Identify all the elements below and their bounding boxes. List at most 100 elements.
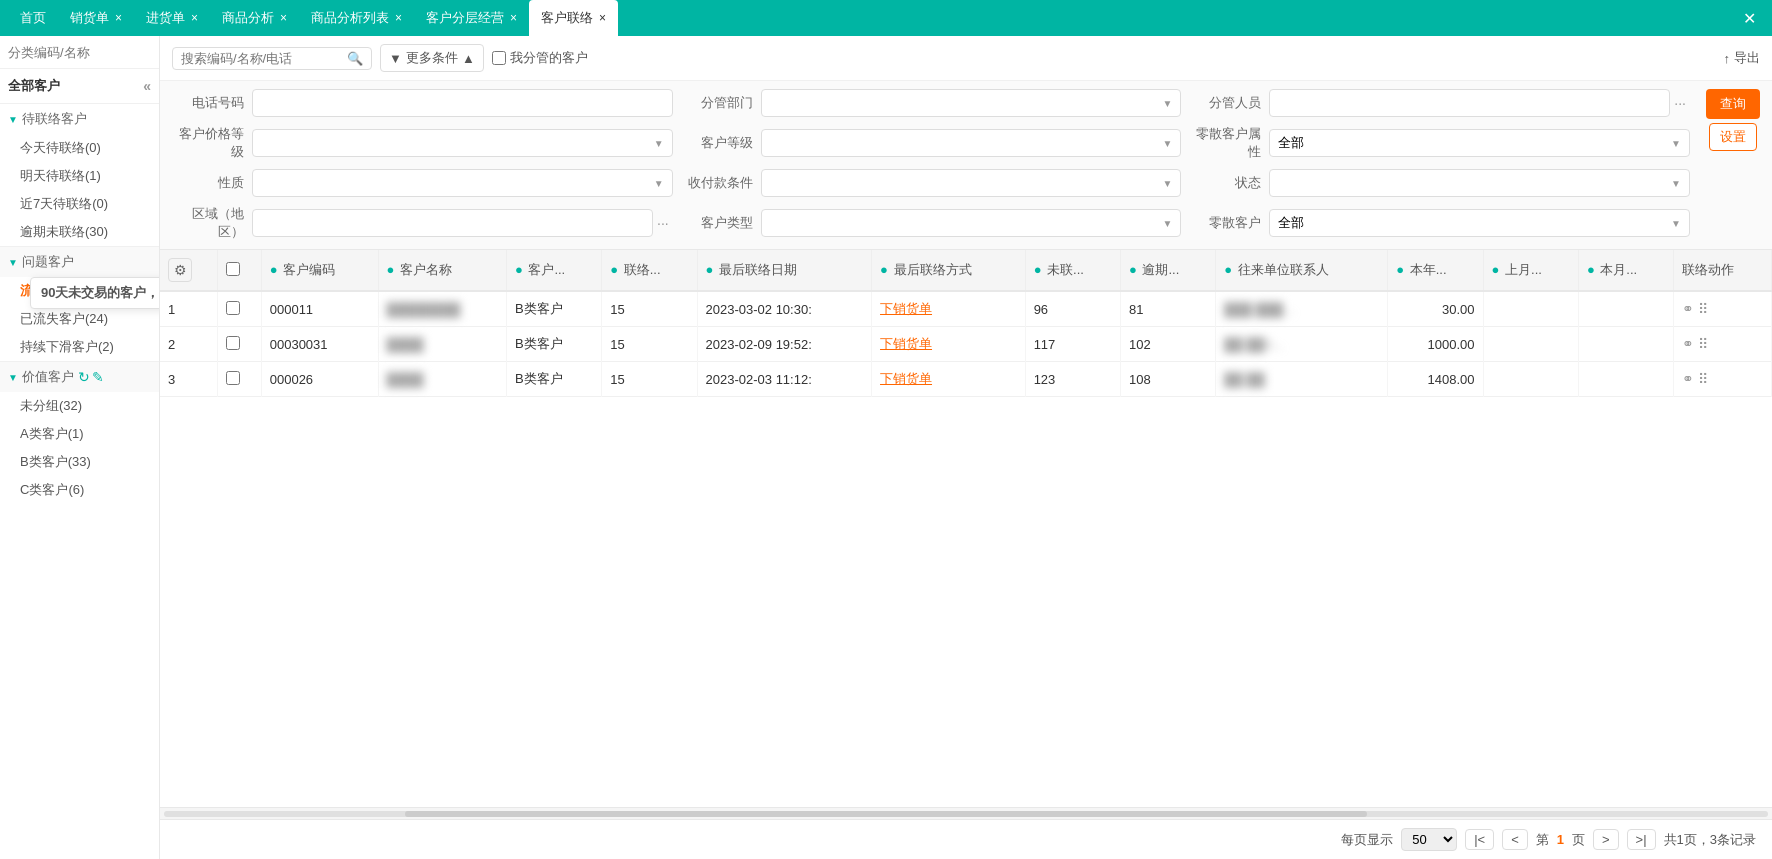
status-select[interactable]: ▼ bbox=[1269, 169, 1690, 197]
th-type[interactable]: ● 客户... bbox=[506, 250, 601, 291]
th-name[interactable]: ● 客户名称 bbox=[378, 250, 506, 291]
query-button[interactable]: 查询 bbox=[1706, 89, 1760, 119]
sidebar-item-declining[interactable]: 持续下滑客户(2) bbox=[0, 333, 159, 361]
th-this-year[interactable]: ● 本年... bbox=[1388, 250, 1483, 291]
last-page-button[interactable]: >| bbox=[1627, 829, 1656, 850]
table-row: 1 000011 ████████ B类客户 15 2023-03-02 10:… bbox=[160, 291, 1772, 327]
sidebar-group-pending[interactable]: ▼ 待联络客户 bbox=[0, 104, 159, 134]
close-icon[interactable]: × bbox=[115, 11, 122, 25]
th-no-contact[interactable]: ● 未联... bbox=[1025, 250, 1120, 291]
sidebar-search-input[interactable] bbox=[8, 45, 160, 60]
refresh-icon[interactable]: ↻ bbox=[78, 369, 90, 385]
td-seq-2: 2 bbox=[160, 327, 217, 362]
th-gear[interactable]: ⚙ bbox=[160, 250, 217, 291]
prev-page-button[interactable]: < bbox=[1502, 829, 1528, 850]
th-code[interactable]: ● 客户编码 bbox=[261, 250, 378, 291]
sidebar-group-problem[interactable]: ▼ 问题客户 bbox=[0, 246, 159, 277]
th-contact[interactable]: ● 联络... bbox=[602, 250, 697, 291]
sidebar-item-class-b[interactable]: B类客户(33) bbox=[0, 448, 159, 476]
per-page-select[interactable]: 50 100 200 bbox=[1401, 828, 1457, 851]
nav-tab-home[interactable]: 首页 bbox=[8, 0, 58, 36]
sidebar-group-value[interactable]: ▼ 价值客户 ↻ ✎ bbox=[0, 361, 159, 392]
search-input[interactable] bbox=[181, 51, 347, 66]
th-last-month[interactable]: ● 上月... bbox=[1483, 250, 1578, 291]
td-last-method-1[interactable]: 下销货单 bbox=[872, 291, 1026, 327]
nav-tab-customer-layers[interactable]: 客户分层经营 × bbox=[414, 0, 529, 36]
gear-icon[interactable]: ⚙ bbox=[168, 258, 192, 282]
td-last-method-2[interactable]: 下销货单 bbox=[872, 327, 1026, 362]
sidebar-item-class-c[interactable]: C类客户(6) bbox=[0, 476, 159, 504]
link-icon[interactable]: ⚭ bbox=[1682, 301, 1694, 317]
my-customers-check[interactable] bbox=[492, 51, 506, 65]
first-page-button[interactable]: |< bbox=[1465, 829, 1494, 850]
th-contact-person[interactable]: ● 往来单位联系人 bbox=[1216, 250, 1388, 291]
price-level-select[interactable]: ▼ bbox=[252, 129, 673, 157]
search-box[interactable]: 🔍 bbox=[172, 47, 372, 70]
td-name-2: ████ bbox=[378, 327, 506, 362]
close-icon[interactable]: × bbox=[191, 11, 198, 25]
filter-field-cust-level: 客户等级 ▼ bbox=[681, 129, 1182, 157]
sidebar-item-churn-warning[interactable]: 流失预警客户(3) 90天未交易的客户，可能有流失风险。 bbox=[0, 277, 122, 305]
more-actions-icon[interactable]: ⠿ bbox=[1698, 371, 1708, 387]
per-page-label: 每页显示 bbox=[1341, 831, 1393, 849]
more-actions-icon[interactable]: ⠿ bbox=[1698, 301, 1708, 317]
sidebar-item-ungrouped[interactable]: 未分组(32) bbox=[0, 392, 159, 420]
row-checkbox[interactable] bbox=[226, 301, 240, 315]
td-last-date-2: 2023-02-09 19:52: bbox=[697, 327, 872, 362]
link-icon[interactable]: ⚭ bbox=[1682, 336, 1694, 352]
manager-input[interactable] bbox=[1269, 89, 1670, 117]
link-icon[interactable]: ⚭ bbox=[1682, 371, 1694, 387]
close-icon[interactable]: × bbox=[395, 11, 402, 25]
dept-select[interactable]: ▼ bbox=[761, 89, 1182, 117]
close-icon[interactable]: × bbox=[510, 11, 517, 25]
nav-tab-purchase[interactable]: 进货单 × bbox=[134, 0, 210, 36]
retail-attr-select[interactable]: 全部 ▼ bbox=[1269, 129, 1690, 157]
main-layout: 🔍 全部客户 « ▼ 待联络客户 今天待联络(0) 明天待联络(1) 近7天待联… bbox=[0, 36, 1772, 859]
td-cb-3 bbox=[217, 362, 261, 397]
sidebar-item-class-a[interactable]: A类客户(1) bbox=[0, 420, 159, 448]
more-actions-icon[interactable]: ⠿ bbox=[1698, 336, 1708, 352]
close-icon[interactable]: × bbox=[599, 11, 606, 25]
cust-type-select[interactable]: ▼ bbox=[761, 209, 1182, 237]
nature-select[interactable]: ▼ bbox=[252, 169, 673, 197]
export-button[interactable]: ↑ 导出 bbox=[1724, 49, 1761, 67]
th-last-date[interactable]: ● 最后联络日期 bbox=[697, 250, 872, 291]
horizontal-scrollbar[interactable] bbox=[160, 807, 1772, 819]
nav-tab-analysis[interactable]: 商品分析 × bbox=[210, 0, 299, 36]
filter-field-status: 状态 ▼ bbox=[1189, 169, 1690, 197]
settings-button[interactable]: 设置 bbox=[1709, 123, 1757, 151]
nav-tab-customer-contact[interactable]: 客户联络 × bbox=[529, 0, 618, 36]
sidebar-item-overdue[interactable]: 逾期未联络(30) bbox=[0, 218, 159, 246]
more-icon[interactable]: ··· bbox=[1670, 95, 1690, 111]
sidebar-item-7days[interactable]: 近7天待联络(0) bbox=[0, 190, 159, 218]
retail-select[interactable]: 全部 ▼ bbox=[1269, 209, 1690, 237]
more-conditions-button[interactable]: ▼ 更多条件 ▲ bbox=[380, 44, 484, 72]
payment-select[interactable]: ▼ bbox=[761, 169, 1182, 197]
collapse-icon[interactable]: « bbox=[143, 78, 151, 94]
sidebar-item-today[interactable]: 今天待联络(0) bbox=[0, 134, 159, 162]
edit-icon[interactable]: ✎ bbox=[92, 369, 104, 385]
td-last-method-3[interactable]: 下销货单 bbox=[872, 362, 1026, 397]
close-icon[interactable]: × bbox=[280, 11, 287, 25]
chevron-down-icon: ▼ bbox=[1671, 218, 1681, 229]
nav-tab-analysis-list[interactable]: 商品分析列表 × bbox=[299, 0, 414, 36]
th-this-month[interactable]: ● 本月... bbox=[1578, 250, 1673, 291]
sidebar-item-tomorrow[interactable]: 明天待联络(1) bbox=[0, 162, 159, 190]
nav-tab-sales[interactable]: 销货单 × bbox=[58, 0, 134, 36]
region-input[interactable] bbox=[252, 209, 653, 237]
sidebar-all-customers[interactable]: 全部客户 « bbox=[0, 69, 159, 104]
next-page-button[interactable]: > bbox=[1593, 829, 1619, 850]
td-seq-3: 3 bbox=[160, 362, 217, 397]
cust-level-select[interactable]: ▼ bbox=[761, 129, 1182, 157]
phone-input[interactable] bbox=[252, 89, 673, 117]
th-overdue[interactable]: ● 逾期... bbox=[1120, 250, 1215, 291]
sidebar-item-churned[interactable]: 已流失客户(24) bbox=[0, 305, 159, 333]
close-all-button[interactable]: ✕ bbox=[1735, 9, 1764, 28]
row-checkbox[interactable] bbox=[226, 371, 240, 385]
row-checkbox[interactable] bbox=[226, 336, 240, 350]
select-all-checkbox[interactable] bbox=[226, 262, 240, 276]
my-customers-checkbox[interactable]: 我分管的客户 bbox=[492, 49, 588, 67]
th-last-method[interactable]: ● 最后联络方式 bbox=[872, 250, 1026, 291]
filter-field-nature: 性质 ▼ bbox=[172, 169, 673, 197]
more-icon[interactable]: ··· bbox=[653, 215, 673, 231]
